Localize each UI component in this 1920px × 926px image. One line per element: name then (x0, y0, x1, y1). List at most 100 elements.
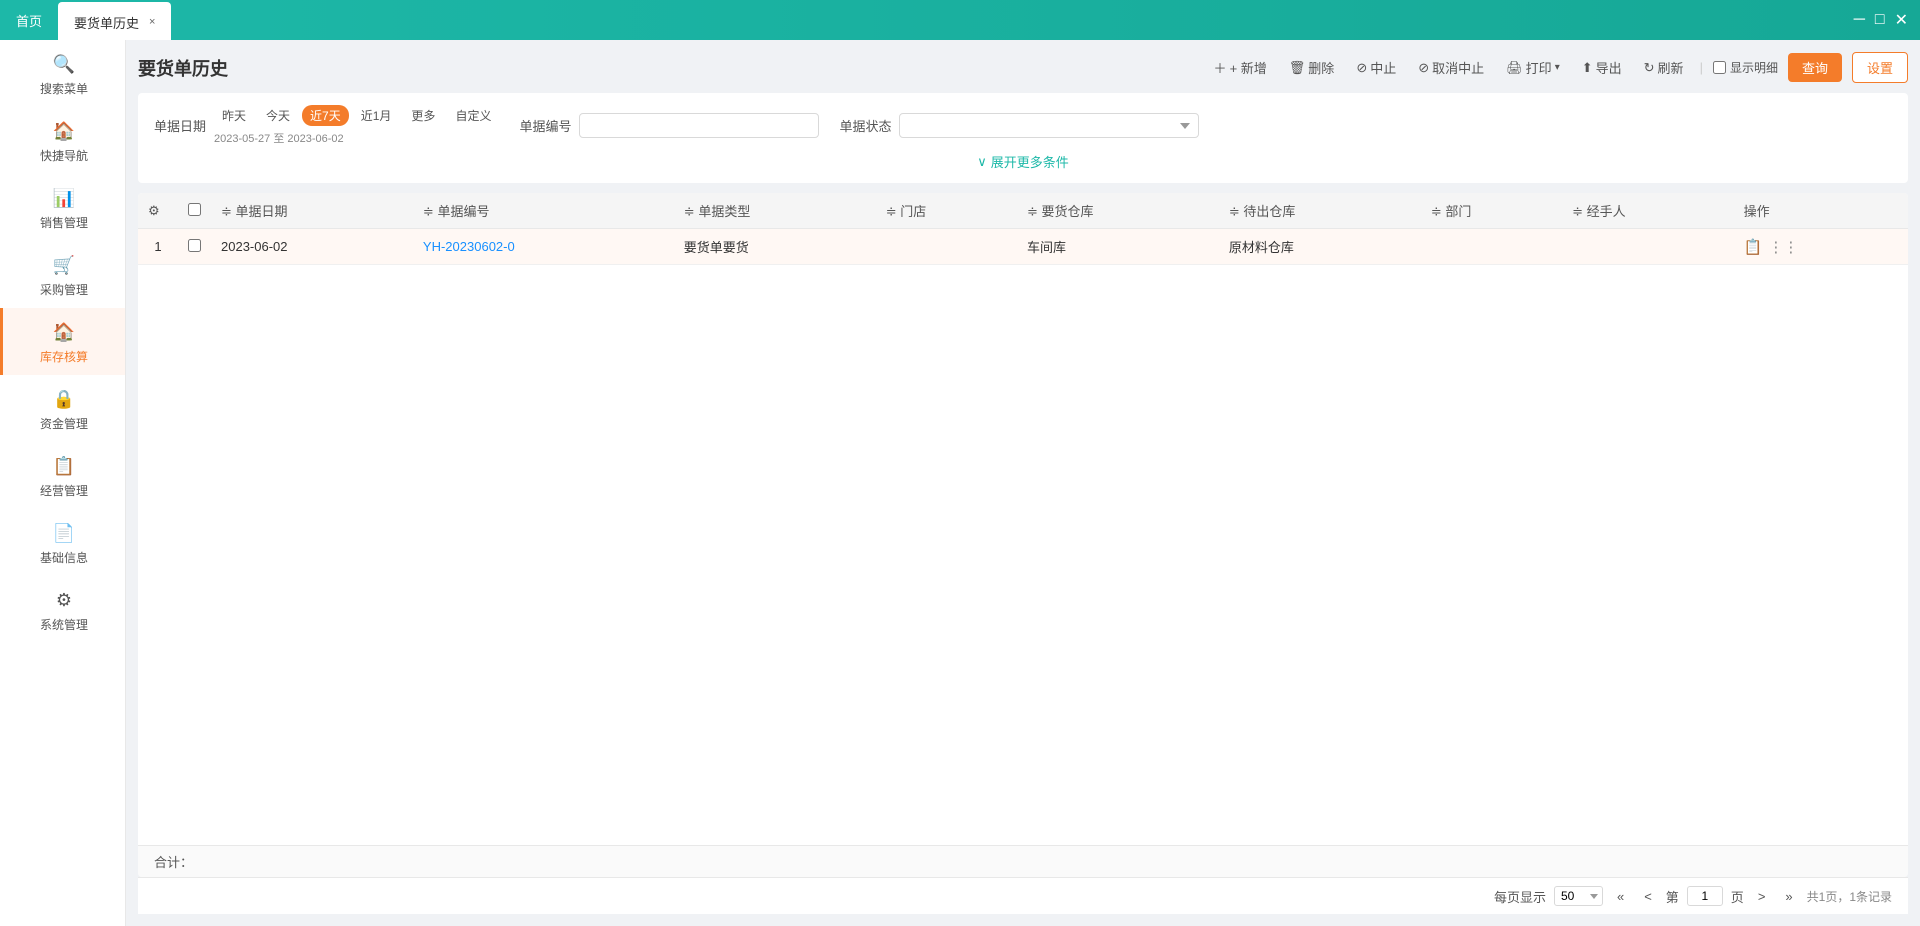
export-button[interactable]: ⬆ 导出 (1576, 54, 1628, 81)
row-store (876, 229, 1017, 265)
refresh-button[interactable]: ↻ 刷新 (1638, 54, 1690, 81)
print-button[interactable]: 🖨 打印 ▾ (1500, 54, 1566, 81)
main-layout: 🔍 搜索菜单 🏠 快捷导航 📊 销售管理 🛒 采购管理 🏠 库存核算 🔒 资金管… (0, 40, 1920, 926)
th-doc-type-label: 单据类型 (698, 204, 750, 219)
top-bar: 首页 要货单历史 × ─ □ ✕ (0, 0, 1920, 40)
row-checkbox-cell (178, 229, 211, 265)
th-store: ≑ 门店 (876, 193, 1017, 229)
delete-button[interactable]: 🗑 删除 (1283, 54, 1341, 81)
sidebar-item-purchase[interactable]: 🛒 采购管理 (0, 241, 125, 308)
table-header: ⚙ ≑ 单据日期 ≑ 单据编号 (138, 193, 1908, 229)
toolbar: ＋ + 新增 🗑 删除 ⊘ 中止 ⊘ 取消中止 🖨 打印 (1208, 52, 1908, 83)
row-date: 2023-06-02 (211, 229, 413, 265)
th-department-label: 部门 (1445, 204, 1471, 219)
row-more-button[interactable]: ⋮⋮ (1768, 238, 1798, 256)
doc-no-label: 单据编号 (519, 116, 571, 135)
sidebar-label-quick-nav: 快捷导航 (40, 147, 88, 164)
row-doc-no: YH-20230602-0 (413, 229, 674, 265)
th-doc-no-label: 单据编号 (437, 204, 489, 219)
status-filter-group: 单据状态 (839, 113, 1199, 138)
show-detail-checkbox[interactable] (1713, 61, 1726, 74)
doc-icon: 📄 (53, 523, 75, 544)
expand-more-button[interactable]: ∨ 展开更多条件 (154, 152, 1892, 171)
th-action: 操作 (1734, 193, 1908, 229)
row-edit-button[interactable]: 📋 (1744, 238, 1763, 256)
minimize-icon[interactable]: ─ (1854, 11, 1865, 29)
query-button[interactable]: 查询 (1788, 53, 1842, 82)
date-range-display: 2023-05-27 至 2023-06-02 (214, 130, 499, 146)
stop-button[interactable]: ⊘ 中止 (1350, 54, 1402, 81)
settings-col-header[interactable]: ⚙ (138, 193, 178, 229)
status-select[interactable] (899, 113, 1199, 138)
current-page-input[interactable] (1687, 886, 1723, 906)
tab-home[interactable]: 首页 (0, 0, 58, 40)
checkbox-col-header (178, 193, 211, 229)
date-btn-custom[interactable]: 自定义 (447, 105, 499, 126)
date-shortcuts: 昨天 今天 近7天 近1月 更多 自定义 (214, 105, 499, 126)
chevron-down-icon: ∨ (977, 154, 987, 170)
first-page-button[interactable]: « (1611, 887, 1630, 906)
tab-home-label: 首页 (16, 11, 42, 30)
cancel-stop-button[interactable]: ⊘ 取消中止 (1412, 54, 1490, 81)
tab-requisition-history[interactable]: 要货单历史 × (58, 2, 171, 42)
close-icon[interactable]: ✕ (1895, 10, 1908, 30)
th-department: ≑ 部门 (1421, 193, 1562, 229)
sidebar-item-sales[interactable]: 📊 销售管理 (0, 174, 125, 241)
operations-icon: 📋 (53, 456, 75, 477)
sidebar-label-inventory: 库存核算 (40, 348, 88, 365)
row-doc-no-link[interactable]: YH-20230602-0 (423, 239, 515, 254)
th-handler-label: 经手人 (1587, 204, 1626, 219)
pagination-area: 每页显示 50 100 200 « < 第 页 > » 共1页，1条记录 (138, 877, 1908, 914)
row-checkbox[interactable] (188, 239, 201, 252)
row-num: 1 (138, 229, 178, 265)
maximize-icon[interactable]: □ (1875, 11, 1885, 29)
date-btn-more[interactable]: 更多 (403, 105, 443, 126)
sidebar-label-system: 系统管理 (40, 616, 88, 633)
show-detail-checkbox-group[interactable]: 显示明细 (1713, 59, 1778, 76)
content-area: 要货单历史 ＋ + 新增 🗑 删除 ⊘ 中止 ⊘ 取消中止 (126, 40, 1920, 926)
date-filter-group: 单据日期 昨天 今天 近7天 近1月 更多 自定义 2023-05-27 至 2… (154, 105, 499, 146)
sidebar-item-inventory[interactable]: 🏠 库存核算 (0, 308, 125, 375)
date-btn-today[interactable]: 今天 (258, 105, 298, 126)
last-page-button[interactable]: » (1779, 887, 1798, 906)
chart-icon: 📊 (53, 188, 75, 209)
sidebar-item-system[interactable]: ⚙ 系统管理 (0, 576, 125, 643)
th-req-warehouse-label: 要货仓库 (1041, 204, 1093, 219)
expand-more-label: 展开更多条件 (991, 152, 1069, 171)
show-detail-label: 显示明细 (1730, 59, 1778, 76)
settings-button[interactable]: 设置 (1852, 52, 1908, 83)
sidebar-label-purchase: 采购管理 (40, 281, 88, 298)
th-action-label: 操作 (1744, 204, 1770, 219)
row-actions: 📋 ⋮⋮ (1734, 229, 1908, 265)
date-btn-yesterday[interactable]: 昨天 (214, 105, 254, 126)
tab-bar: 首页 要货单历史 × (0, 0, 1842, 40)
sidebar-label-finance: 资金管理 (40, 415, 88, 432)
sidebar-item-search[interactable]: 🔍 搜索菜单 (0, 40, 125, 107)
sidebar-item-operations[interactable]: 📋 经营管理 (0, 442, 125, 509)
current-page-prefix: 第 (1666, 887, 1679, 906)
refresh-icon: ↻ (1644, 60, 1655, 76)
row-doc-type: 要货单要货 (674, 229, 876, 265)
date-btn-7days[interactable]: 近7天 (302, 105, 349, 126)
page-size-select[interactable]: 50 100 200 (1554, 886, 1603, 906)
sidebar-label-operations: 经营管理 (40, 482, 88, 499)
filter-area: 单据日期 昨天 今天 近7天 近1月 更多 自定义 2023-05-27 至 2… (138, 93, 1908, 183)
sidebar-item-basic-info[interactable]: 📄 基础信息 (0, 509, 125, 576)
stop-icon: ⊘ (1356, 60, 1367, 76)
sidebar-label-search: 搜索菜单 (40, 80, 88, 97)
sidebar-item-finance[interactable]: 🔒 资金管理 (0, 375, 125, 442)
th-doc-no: ≑ 单据编号 (413, 193, 674, 229)
new-button[interactable]: ＋ + 新增 (1208, 54, 1273, 81)
page-size-label: 每页显示 (1494, 887, 1546, 906)
page-unit: 页 (1731, 887, 1744, 906)
doc-no-input[interactable] (579, 113, 819, 138)
status-label: 单据状态 (839, 116, 891, 135)
select-all-checkbox[interactable] (188, 203, 201, 216)
tab-close-icon[interactable]: × (149, 16, 155, 28)
sidebar-item-quick-nav[interactable]: 🏠 快捷导航 (0, 107, 125, 174)
table-row: 1 2023-06-02 YH-20230602-0 要货单要货 车间库 (138, 229, 1908, 265)
next-page-button[interactable]: > (1752, 887, 1772, 906)
date-btn-1month[interactable]: 近1月 (353, 105, 400, 126)
search-icon: 🔍 (53, 54, 75, 75)
prev-page-button[interactable]: < (1638, 887, 1658, 906)
